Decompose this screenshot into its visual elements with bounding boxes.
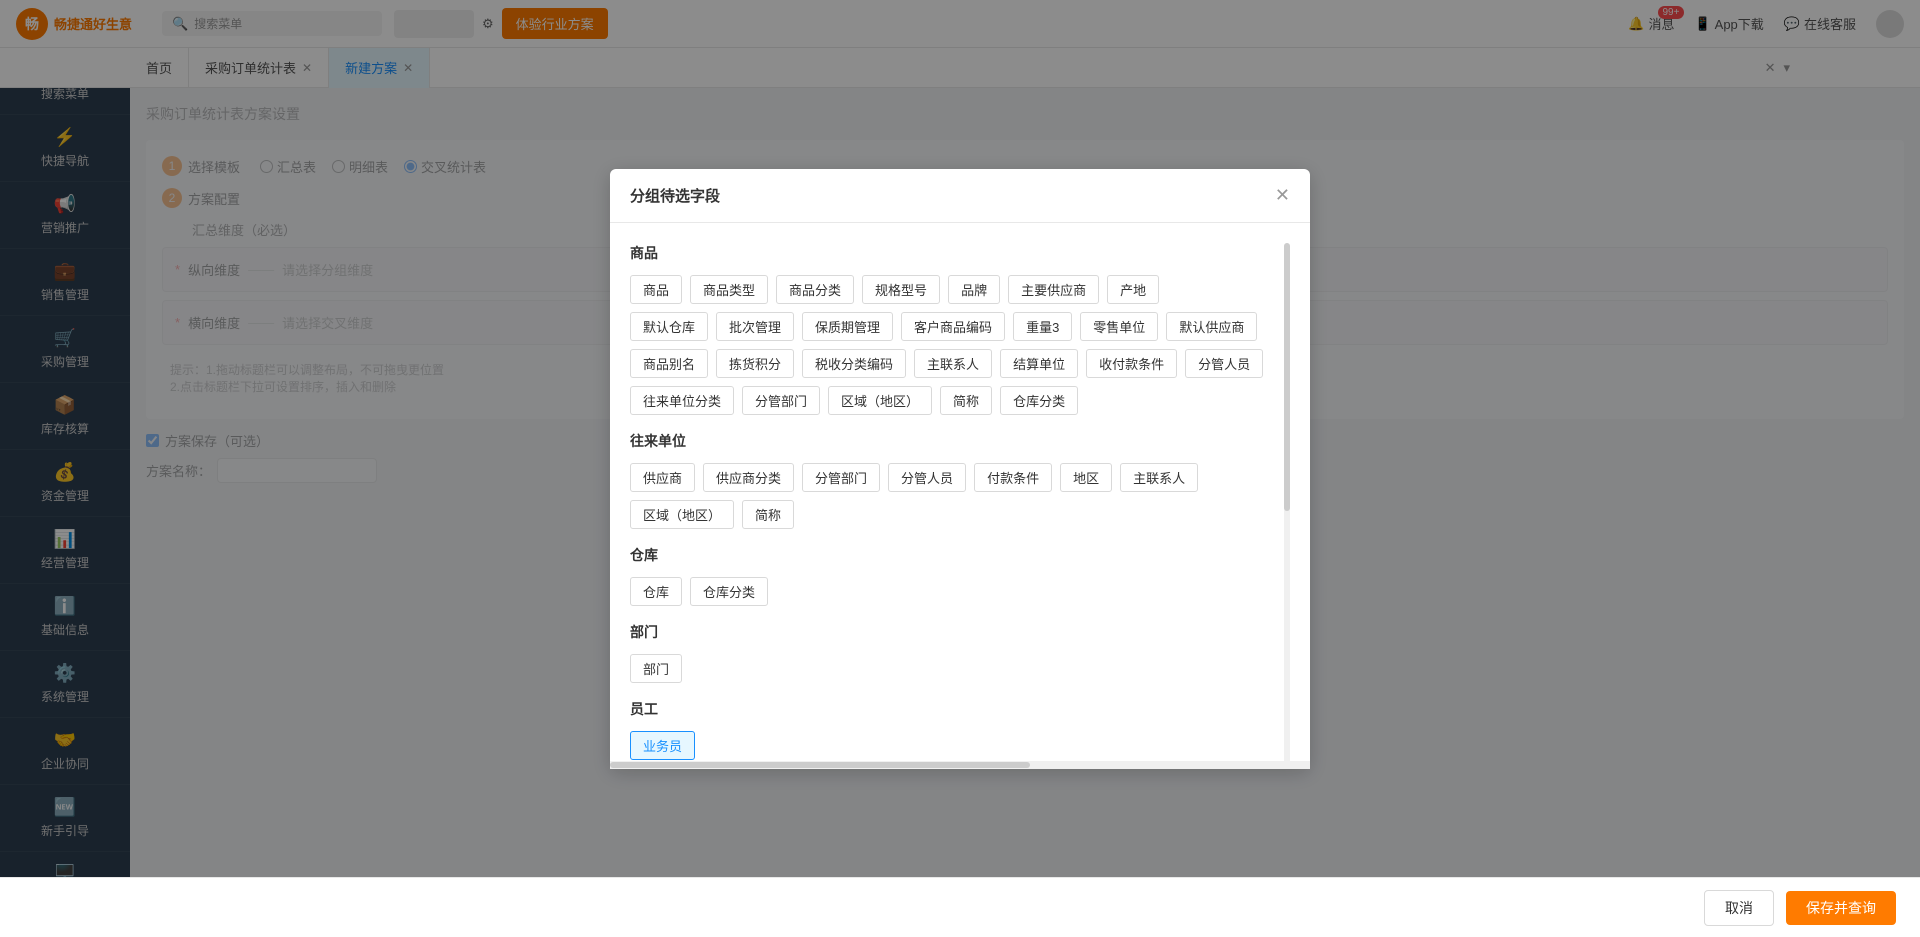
tag-contact-person[interactable]: 主联系人: [914, 349, 992, 378]
tag-goods-alias[interactable]: 商品别名: [630, 349, 708, 378]
tag-weight[interactable]: 重量3: [1013, 312, 1072, 341]
tag-region-partner[interactable]: 区域（地区）: [630, 500, 734, 529]
tag-origin[interactable]: 产地: [1107, 275, 1159, 304]
tag-region-goods[interactable]: 区域（地区）: [828, 386, 932, 415]
tag-settlement-unit[interactable]: 结算单位: [1000, 349, 1078, 378]
tag-grid-dept: 部门: [630, 654, 1280, 683]
tag-grid-partner-2: 区域（地区） 简称: [630, 500, 1280, 529]
tag-dept-person[interactable]: 分管人员: [888, 463, 966, 492]
dialog-footer: 取消 保存并查询: [0, 877, 1920, 937]
section-title-staff: 员工: [630, 699, 1280, 719]
dialog-body[interactable]: 商品 商品 商品类型 商品分类 规格型号 品牌 主要供应商 产地 默认仓库 批次…: [610, 223, 1310, 761]
tag-retail-unit[interactable]: 零售单位: [1080, 312, 1158, 341]
dialog-close-button[interactable]: ✕: [1275, 185, 1290, 206]
tag-wh-cat[interactable]: 仓库分类: [1000, 386, 1078, 415]
tag-grid-goods: 商品 商品类型 商品分类 规格型号 品牌 主要供应商 产地: [630, 275, 1280, 304]
tag-dept-mgmt[interactable]: 分管部门: [802, 463, 880, 492]
tag-brand[interactable]: 品牌: [948, 275, 1000, 304]
tag-payment-cond[interactable]: 付款条件: [974, 463, 1052, 492]
tag-goods[interactable]: 商品: [630, 275, 682, 304]
tag-partner-cat[interactable]: 往来单位分类: [630, 386, 734, 415]
tag-spec-model[interactable]: 规格型号: [862, 275, 940, 304]
dialog-overlay: 分组待选字段 ✕ 商品 商品 商品类型 商品分类 规格型号 品牌 主要供应商 产…: [0, 0, 1920, 937]
tag-dept-mgr[interactable]: 分管部门: [742, 386, 820, 415]
cancel-button[interactable]: 取消: [1704, 890, 1774, 926]
section-title-partner: 往来单位: [630, 431, 1280, 451]
dialog-hscrollbar[interactable]: [610, 761, 1310, 769]
section-title-goods: 商品: [630, 243, 1280, 263]
tag-expiry-mgmt[interactable]: 保质期管理: [802, 312, 893, 341]
tag-salesperson[interactable]: 业务员: [630, 731, 695, 760]
tag-goods-cat[interactable]: 商品分类: [776, 275, 854, 304]
tag-dept[interactable]: 部门: [630, 654, 682, 683]
tag-abbr-goods[interactable]: 简称: [940, 386, 992, 415]
section-title-warehouse: 仓库: [630, 545, 1280, 565]
tag-grid-staff: 业务员: [630, 731, 1280, 760]
section-title-dept: 部门: [630, 622, 1280, 642]
tag-grid-goods-3: 商品别名 拣货积分 税收分类编码 主联系人 结算单位 收付款条件 分管人员: [630, 349, 1280, 378]
tag-grid-warehouse: 仓库 仓库分类: [630, 577, 1280, 606]
tag-warehouse-cat[interactable]: 仓库分类: [690, 577, 768, 606]
tag-default-warehouse[interactable]: 默认仓库: [630, 312, 708, 341]
save-query-button[interactable]: 保存并查询: [1786, 891, 1896, 925]
field-select-dialog: 分组待选字段 ✕ 商品 商品 商品类型 商品分类 规格型号 品牌 主要供应商 产…: [610, 169, 1310, 769]
dialog-hscrollbar-thumb: [610, 762, 1030, 768]
tag-pick-points[interactable]: 拣货积分: [716, 349, 794, 378]
dialog-header: 分组待选字段 ✕: [610, 169, 1310, 223]
tag-grid-partner: 供应商 供应商分类 分管部门 分管人员 付款条件 地区 主联系人: [630, 463, 1280, 492]
tag-supplier[interactable]: 供应商: [630, 463, 695, 492]
tag-warehouse[interactable]: 仓库: [630, 577, 682, 606]
tag-area[interactable]: 地区: [1060, 463, 1112, 492]
tag-customer-code[interactable]: 客户商品编码: [901, 312, 1005, 341]
tag-grid-goods-4: 往来单位分类 分管部门 区域（地区） 简称 仓库分类: [630, 386, 1280, 415]
tag-batch-mgmt[interactable]: 批次管理: [716, 312, 794, 341]
dialog-vscrollbar-thumb: [1284, 243, 1290, 512]
tag-abbr-partner[interactable]: 简称: [742, 500, 794, 529]
tag-tax-code[interactable]: 税收分类编码: [802, 349, 906, 378]
tag-default-supplier[interactable]: 默认供应商: [1166, 312, 1257, 341]
dialog-vscrollbar[interactable]: [1284, 243, 1290, 761]
tag-supplier-cat[interactable]: 供应商分类: [703, 463, 794, 492]
tag-supervisor[interactable]: 分管人员: [1185, 349, 1263, 378]
tag-grid-goods-2: 默认仓库 批次管理 保质期管理 客户商品编码 重量3 零售单位 默认供应商: [630, 312, 1280, 341]
tag-goods-type[interactable]: 商品类型: [690, 275, 768, 304]
dialog-title: 分组待选字段: [630, 185, 720, 206]
tag-payment-terms[interactable]: 收付款条件: [1086, 349, 1177, 378]
tag-main-contact[interactable]: 主联系人: [1120, 463, 1198, 492]
tag-main-supplier[interactable]: 主要供应商: [1008, 275, 1099, 304]
